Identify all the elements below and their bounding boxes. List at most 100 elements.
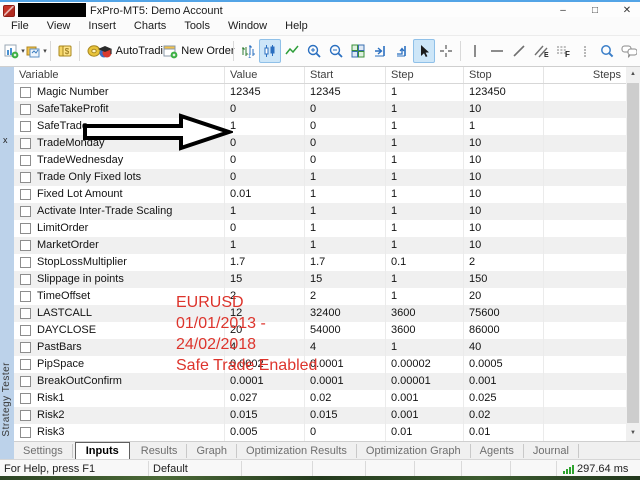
close-button[interactable]: ✕	[614, 3, 640, 18]
profile-label[interactable]: Default	[153, 463, 188, 475]
tab-optimization-results[interactable]: Optimization Results	[237, 443, 357, 458]
column-header-stop[interactable]: Stop	[464, 67, 544, 83]
table-row[interactable]: Magic Number 12345 12345 1 123450	[14, 84, 626, 101]
cell-steps	[544, 390, 626, 407]
column-header-variable[interactable]: Variable	[14, 67, 225, 83]
cursor-button[interactable]	[413, 39, 435, 63]
scroll-up-icon[interactable]: ▲	[626, 67, 640, 82]
row-checkbox[interactable]	[20, 104, 31, 115]
crosshair-button[interactable]	[435, 39, 457, 63]
column-header-value[interactable]: Value	[225, 67, 305, 83]
statusbar-separator	[241, 461, 242, 476]
column-header-step[interactable]: Step	[386, 67, 464, 83]
scroll-to-end-button[interactable]	[369, 39, 391, 63]
zoom-in-button[interactable]	[303, 39, 325, 63]
tab-agents[interactable]: Agents	[471, 443, 524, 458]
menu-item-help[interactable]: Help	[276, 18, 317, 34]
horizontal-line-button[interactable]	[486, 39, 508, 63]
table-row[interactable]: MarketOrder 1 1 1 10	[14, 237, 626, 254]
row-checkbox[interactable]	[20, 206, 31, 217]
row-checkbox[interactable]	[20, 121, 31, 132]
table-row[interactable]: StopLossMultiplier 1.7 1.7 0.1 2	[14, 254, 626, 271]
table-row[interactable]: DAYCLOSE 20 54000 3600 86000	[14, 322, 626, 339]
bar-chart-mode-button[interactable]: 1	[237, 39, 259, 63]
new-chart-button[interactable]: ▾	[3, 39, 25, 63]
row-checkbox[interactable]	[20, 427, 31, 438]
candlestick-mode-button[interactable]	[259, 39, 281, 63]
trendline-button[interactable]	[508, 39, 530, 63]
autotrading-button[interactable]: AutoTrading	[97, 39, 175, 63]
strategy-tester-label: Strategy Tester	[1, 362, 12, 437]
table-row[interactable]: Risk2 0.015 0.015 0.001 0.02	[14, 407, 626, 424]
scrollbar-thumb[interactable]	[627, 83, 639, 423]
table-row[interactable]: BreakOutConfirm 0.0001 0.0001 0.00001 0.001	[14, 373, 626, 390]
tab-optimization-graph[interactable]: Optimization Graph	[357, 443, 471, 458]
table-row[interactable]: Activate Inter-Trade Scaling 1 1 1 10	[14, 203, 626, 220]
row-checkbox[interactable]	[20, 172, 31, 183]
cell-steps	[544, 288, 626, 305]
vertical-scrollbar[interactable]: ▲ ▼	[626, 67, 640, 441]
chat-button[interactable]	[618, 39, 640, 63]
tab-journal[interactable]: Journal	[524, 443, 579, 458]
tab-settings[interactable]: Settings	[14, 443, 73, 458]
equidistant-channel-button[interactable]: E	[530, 39, 552, 63]
table-row[interactable]: TradeWednesday 0 0 1 10	[14, 152, 626, 169]
vertical-line-button[interactable]	[464, 39, 486, 63]
row-checkbox[interactable]	[20, 393, 31, 404]
table-row[interactable]: PastBars 4 4 1 40	[14, 339, 626, 356]
row-checkbox[interactable]	[20, 291, 31, 302]
minimize-button[interactable]: –	[550, 3, 576, 18]
row-checkbox[interactable]	[20, 376, 31, 387]
tab-graph[interactable]: Graph	[187, 443, 238, 458]
table-row[interactable]: LASTCALL 12 32400 3600 75600	[14, 305, 626, 322]
toolbar-overflow-button[interactable]	[574, 39, 596, 63]
row-checkbox[interactable]	[20, 87, 31, 98]
row-checkbox[interactable]	[20, 274, 31, 285]
tile-windows-button[interactable]	[347, 39, 369, 63]
cell-step: 1	[386, 152, 464, 169]
column-header-start[interactable]: Start	[305, 67, 386, 83]
menu-item-insert[interactable]: Insert	[79, 18, 125, 34]
table-row[interactable]: LimitOrder 0 1 1 10	[14, 220, 626, 237]
column-header-steps[interactable]: Steps	[544, 67, 626, 83]
row-checkbox[interactable]	[20, 240, 31, 251]
maximize-button[interactable]: □	[582, 3, 608, 18]
row-checkbox[interactable]	[20, 189, 31, 200]
menu-item-file[interactable]: File	[2, 18, 38, 34]
menu-item-tools[interactable]: Tools	[175, 18, 219, 34]
table-row[interactable]: Trade Only Fixed lots 0 1 1 10	[14, 169, 626, 186]
tab-results[interactable]: Results	[132, 443, 188, 458]
search-button[interactable]	[596, 39, 618, 63]
zoom-out-button[interactable]	[325, 39, 347, 63]
row-checkbox[interactable]	[20, 410, 31, 421]
fibonacci-button[interactable]: F	[552, 39, 574, 63]
deposit-button[interactable]: $	[54, 39, 76, 63]
auto-scroll-button[interactable]	[391, 39, 413, 63]
table-row[interactable]: Risk1 0.027 0.02 0.001 0.025	[14, 390, 626, 407]
row-checkbox[interactable]	[20, 138, 31, 149]
row-checkbox[interactable]	[20, 223, 31, 234]
table-row[interactable]: Fixed Lot Amount 0.01 1 1 10	[14, 186, 626, 203]
row-checkbox[interactable]	[20, 308, 31, 319]
panel-close-icon[interactable]: x	[3, 136, 8, 145]
line-chart-mode-button[interactable]	[281, 39, 303, 63]
row-checkbox[interactable]	[20, 325, 31, 336]
zoom-in-icon	[306, 43, 322, 59]
menu-item-view[interactable]: View	[38, 18, 80, 34]
row-checkbox[interactable]	[20, 155, 31, 166]
table-row[interactable]: Slippage in points 15 15 1 150	[14, 271, 626, 288]
menu-item-window[interactable]: Window	[219, 18, 276, 34]
variable-name: TradeWednesday	[37, 154, 124, 166]
row-checkbox[interactable]	[20, 342, 31, 353]
row-checkbox[interactable]	[20, 359, 31, 370]
profiles-button[interactable]: ▾	[25, 39, 47, 63]
table-row[interactable]: Risk3 0.005 0 0.01 0.01	[14, 424, 626, 441]
row-checkbox[interactable]	[20, 257, 31, 268]
cell-step: 3600	[386, 305, 464, 322]
table-row[interactable]: PipSpace 0.0002 0.0001 0.00002 0.0005	[14, 356, 626, 373]
scroll-down-icon[interactable]: ▼	[626, 426, 640, 441]
table-row[interactable]: TimeOffset 2 2 1 20	[14, 288, 626, 305]
new-order-button[interactable]: New Order	[163, 39, 234, 63]
tab-inputs[interactable]: Inputs	[74, 441, 130, 460]
menu-item-charts[interactable]: Charts	[125, 18, 175, 34]
